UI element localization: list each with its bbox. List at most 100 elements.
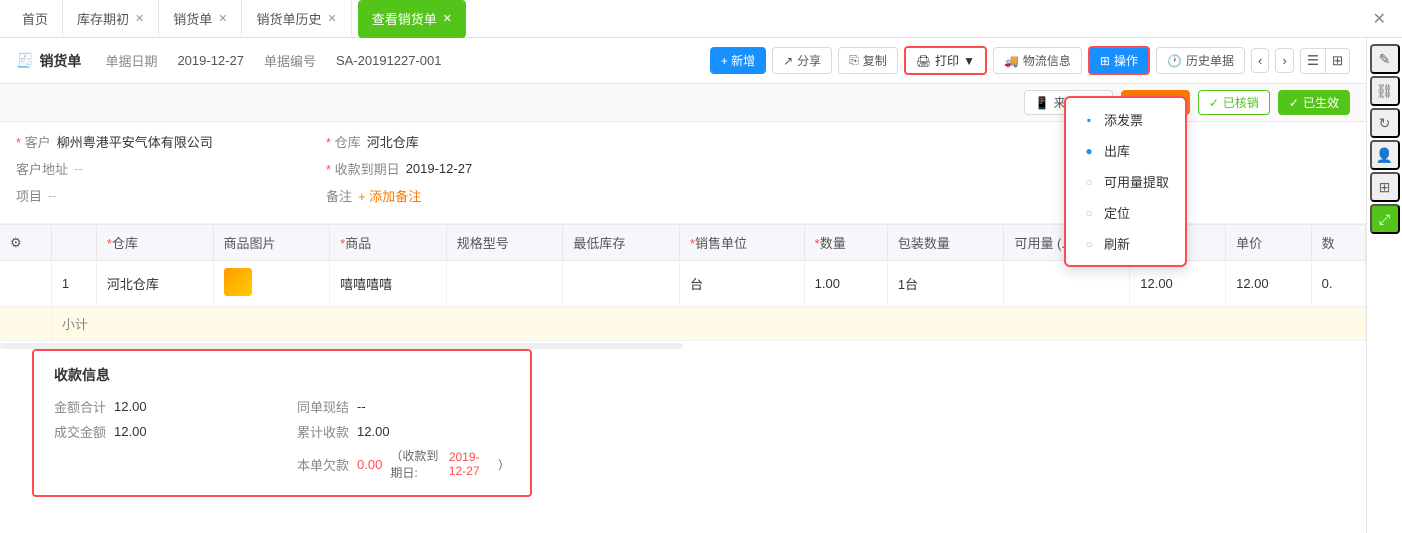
project-value: -- — [48, 188, 57, 203]
col-amount: 数 — [1311, 225, 1365, 261]
tab-inventory-close[interactable]: ✕ — [135, 12, 144, 25]
row-product: 嘻嘻嘻嘻 — [330, 261, 447, 307]
dropdown-locate[interactable]: ○ 定位 — [1066, 197, 1185, 228]
total-amount-row: 金额合计 12.00 — [54, 397, 267, 416]
dropdown-refresh[interactable]: ○ 刷新 — [1066, 228, 1185, 259]
product-thumbnail — [224, 268, 252, 296]
tab-sales-history[interactable]: 销货单历史 ✕ — [242, 0, 351, 38]
copy-button[interactable]: ⎘ 复制 — [838, 47, 898, 74]
operation-button[interactable]: ⊞ 操作 — [1088, 46, 1150, 75]
warehouse-field: 仓库 河北仓库 — [326, 132, 606, 151]
copy-label: 复制 — [863, 52, 887, 69]
tab-inventory-label: 库存期初 — [77, 9, 129, 28]
col-min-stock: 最低库存 — [563, 225, 680, 261]
dropdown-outbound[interactable]: ● 出库 — [1066, 135, 1185, 166]
row-available — [1004, 261, 1130, 307]
available-qty-icon: ○ — [1082, 175, 1096, 189]
history-button[interactable]: 🕐 历史单据 — [1156, 47, 1245, 74]
subtotal-row: 小计 — [0, 307, 1366, 341]
col-warehouse: *仓库 — [96, 225, 213, 261]
history-label: 历史单据 — [1186, 52, 1234, 69]
page-main: 🧾 销货单 单据日期 2019-12-27 单据编号 SA-20191227-0… — [0, 38, 1402, 533]
logistics-button[interactable]: 🚚 物流信息 — [993, 47, 1082, 74]
due-date-value: 2019-12-27 — [449, 450, 490, 478]
link-sidebar-btn[interactable]: ⛓ — [1370, 76, 1400, 106]
row-quantity: 1.00 — [804, 261, 887, 307]
col-quantity: *数量 — [804, 225, 887, 261]
add-remark-btn[interactable]: + 添加备注 — [358, 186, 421, 205]
transaction-label: 成交金额 — [54, 422, 106, 441]
payment-date-field: 收款到期日 2019-12-27 — [326, 159, 606, 178]
new-button[interactable]: + 新增 — [710, 47, 766, 74]
row-num: 1 — [51, 261, 96, 307]
effective-btn[interactable]: ✓ 已生效 — [1278, 90, 1350, 115]
share-button[interactable]: ↗ 分享 — [772, 47, 832, 74]
col-sales-unit: *销售单位 — [679, 225, 804, 261]
verify-label: 已核销 — [1223, 94, 1259, 111]
dropdown-add-invoice[interactable]: ▪ 添发票 — [1066, 104, 1185, 135]
logistics-icon: 🚚 — [1004, 54, 1019, 68]
list-view-btn[interactable]: ☰ — [1300, 48, 1326, 74]
edit-sidebar-btn[interactable]: ✎ — [1370, 44, 1400, 74]
share-icon: ↗ — [783, 54, 793, 68]
prev-nav[interactable]: ‹ — [1251, 48, 1269, 73]
tab-view-sales-label: 查看销货单 — [372, 9, 437, 28]
tab-sales-order[interactable]: 销货单 ✕ — [159, 0, 242, 38]
doc-meta: 单据日期 2019-12-27 单据编号 SA-20191227-001 — [105, 51, 441, 70]
tab-view-sales-close[interactable]: ✕ — [443, 12, 452, 25]
subtotal-label: 小计 — [51, 307, 1365, 341]
refresh-sidebar-btn[interactable]: ↻ — [1370, 108, 1400, 138]
expand-sidebar-btn[interactable]: ⤢ — [1370, 204, 1400, 234]
doc-header: 🧾 销货单 单据日期 2019-12-27 单据编号 SA-20191227-0… — [0, 38, 1366, 84]
transaction-row: 成交金额 12.00 — [54, 422, 267, 441]
tab-view-sales[interactable]: 查看销货单 ✕ — [358, 0, 466, 38]
tab-history-close[interactable]: ✕ — [328, 12, 337, 25]
row-sales-unit: 台 — [679, 261, 804, 307]
date-value: 2019-12-27 — [177, 53, 244, 68]
add-invoice-label: 添发票 — [1104, 110, 1143, 129]
dropdown-available-qty[interactable]: ○ 可用量提取 — [1066, 166, 1185, 197]
next-nav[interactable]: › — [1275, 48, 1293, 73]
tab-sales-close[interactable]: ✕ — [218, 12, 227, 25]
remark-label: 备注 — [326, 186, 352, 205]
row-stock: 12.00 — [1130, 261, 1226, 307]
locate-label: 定位 — [1104, 203, 1130, 222]
col-unit-price: 单价 — [1226, 225, 1312, 261]
verify-icon: ✓ — [1209, 96, 1219, 110]
col-gear: ⚙ — [0, 225, 51, 261]
cumulative-label: 累计收款 — [297, 422, 349, 441]
payment-date-label: 收款到期日 — [326, 159, 400, 178]
tab-home-label: 首页 — [22, 9, 48, 28]
due-date-hint: （收款到期日: — [390, 447, 441, 481]
number-label: 单据编号 — [264, 51, 316, 70]
subtotal-gear — [0, 307, 51, 341]
col-pack-qty: 包装数量 — [887, 225, 1004, 261]
add-remark-label: 添加备注 — [369, 189, 421, 204]
print-dropdown-icon: ▼ — [963, 54, 975, 68]
print-button[interactable]: 🖨 打印 ▼ — [904, 46, 987, 75]
refresh-icon: ○ — [1082, 237, 1096, 251]
print-icon: 🖨 — [916, 54, 931, 68]
operation-label: 操作 — [1114, 52, 1138, 69]
effective-label: 已生效 — [1303, 94, 1339, 111]
total-amount-value: 12.00 — [114, 399, 147, 414]
row-warehouse: 河北仓库 — [96, 261, 213, 307]
tab-home[interactable]: 首页 — [8, 0, 63, 38]
phone-icon: 📱 — [1035, 96, 1050, 110]
share-label: 分享 — [797, 52, 821, 69]
logistics-label: 物流信息 — [1023, 52, 1071, 69]
person-sidebar-btn[interactable]: 👤 — [1370, 140, 1400, 170]
table-sidebar-btn[interactable]: ⊞ — [1370, 172, 1400, 202]
right-sidebar: ✎ ⛓ ↻ 👤 ⊞ ⤢ — [1366, 38, 1402, 533]
doc-title: 🧾 销货单 — [16, 51, 81, 71]
addr-field: 客户地址 -- — [16, 159, 296, 178]
refresh-label: 刷新 — [1104, 234, 1130, 253]
operations-dropdown: ▪ 添发票 ● 出库 ○ 可用量提取 ○ 定位 ○ 刷新 — [1064, 96, 1187, 267]
available-qty-label: 可用量提取 — [1104, 172, 1169, 191]
tab-inventory-init[interactable]: 库存期初 ✕ — [63, 0, 159, 38]
verify-btn[interactable]: ✓ 已核销 — [1198, 90, 1270, 115]
grid-view-btn[interactable]: ⊞ — [1326, 48, 1350, 74]
doc-title-text: 销货单 — [39, 51, 81, 71]
same-order-value: -- — [357, 399, 366, 414]
tab-close-all[interactable]: ✕ — [1365, 9, 1394, 29]
